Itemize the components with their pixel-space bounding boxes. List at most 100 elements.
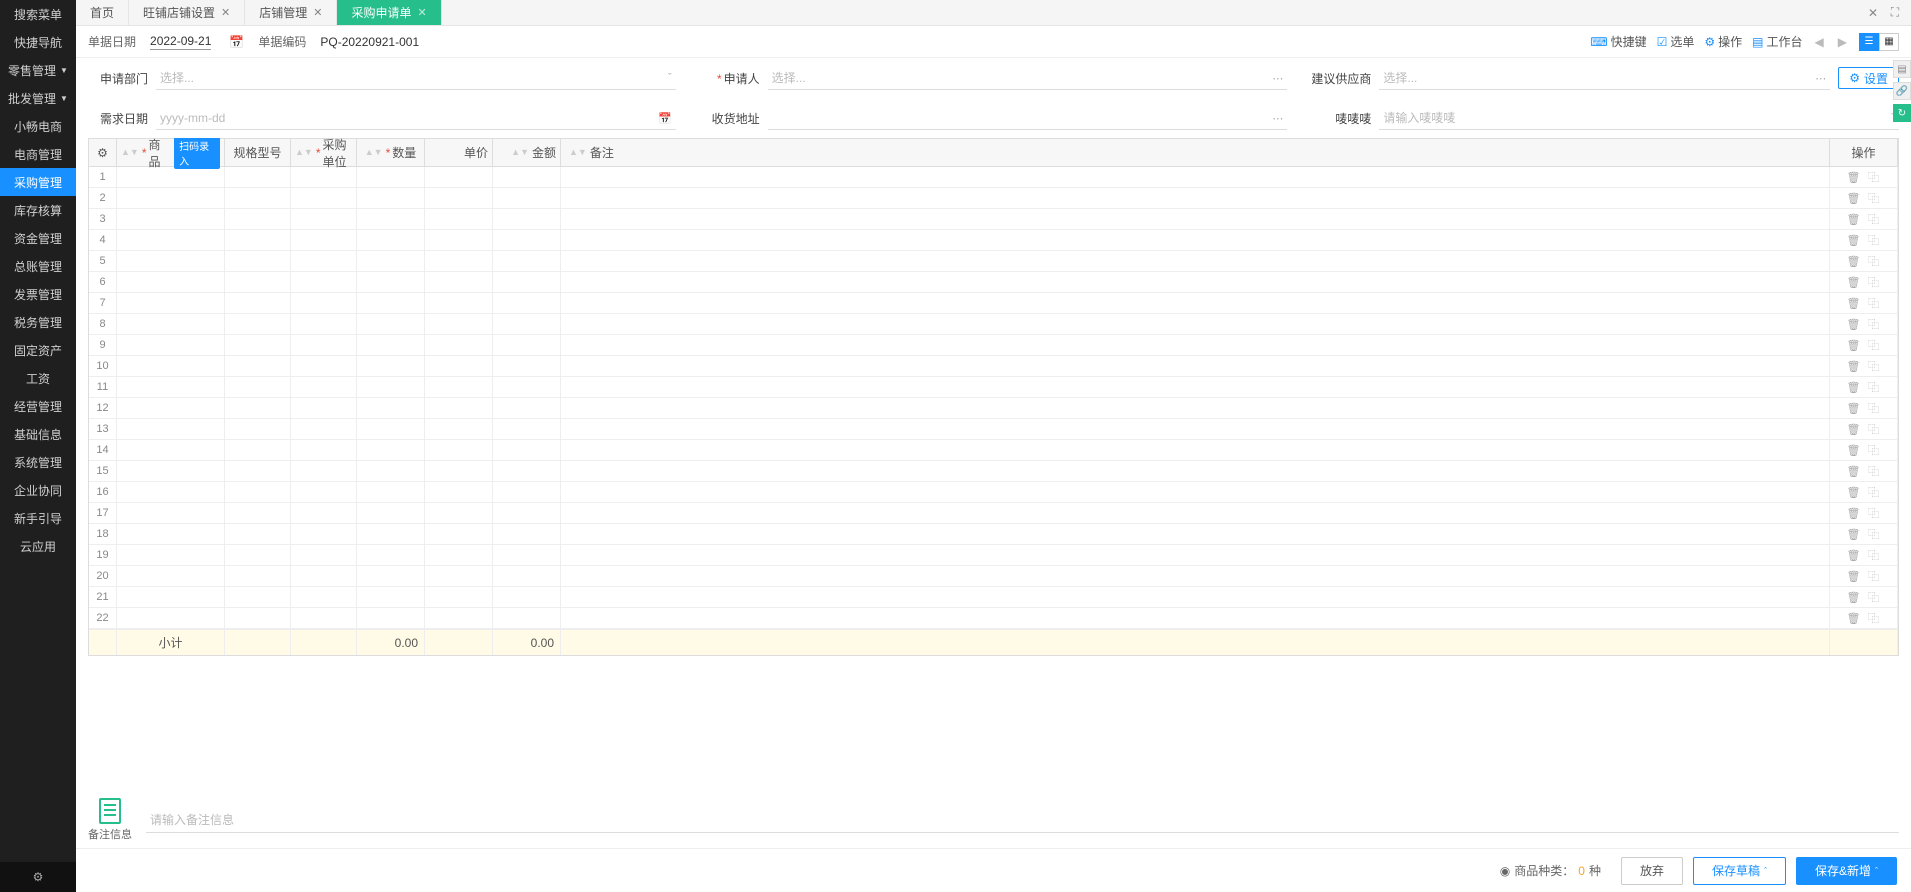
- prev-arrow-icon[interactable]: ◀: [1813, 35, 1826, 49]
- sidebar-settings[interactable]: ⚙: [0, 862, 76, 892]
- cell-spec[interactable]: [225, 293, 291, 313]
- scan-badge[interactable]: 扫码录入: [174, 138, 220, 169]
- cell-price[interactable]: [425, 251, 493, 271]
- cell-price[interactable]: [425, 419, 493, 439]
- cell-remark[interactable]: [561, 461, 1830, 481]
- cell-remark[interactable]: [561, 272, 1830, 292]
- cell-spec[interactable]: [225, 440, 291, 460]
- delete-icon[interactable]: 🗑: [1847, 233, 1861, 247]
- close-icon[interactable]: ✕: [418, 6, 427, 19]
- table-row[interactable]: 21🗑⿻: [89, 587, 1898, 608]
- cell-price[interactable]: [425, 608, 493, 628]
- cell-amount[interactable]: [493, 566, 561, 586]
- dept-input[interactable]: [156, 66, 676, 90]
- sidebar-item-19[interactable]: 云应用: [0, 532, 76, 560]
- cell-unit[interactable]: [291, 209, 357, 229]
- delete-icon[interactable]: 🗑: [1847, 212, 1861, 226]
- cell-amount[interactable]: [493, 335, 561, 355]
- sidebar-item-13[interactable]: 工资: [0, 364, 76, 392]
- copy-icon[interactable]: ⿻: [1867, 317, 1881, 331]
- table-row[interactable]: 12🗑⿻: [89, 398, 1898, 419]
- delete-icon[interactable]: 🗑: [1847, 590, 1861, 604]
- cell-amount[interactable]: [493, 314, 561, 334]
- cell-spec[interactable]: [225, 377, 291, 397]
- cell-remark[interactable]: [561, 188, 1830, 208]
- cell-price[interactable]: [425, 167, 493, 187]
- cell-remark[interactable]: [561, 440, 1830, 460]
- cell-product[interactable]: [117, 167, 225, 187]
- copy-icon[interactable]: ⿻: [1867, 191, 1881, 205]
- close-all-icon[interactable]: ✕: [1865, 5, 1881, 21]
- sidebar-item-6[interactable]: 采购管理: [0, 168, 76, 196]
- next-arrow-icon[interactable]: ▶: [1836, 35, 1849, 49]
- demand-date-input[interactable]: [156, 106, 676, 130]
- cell-unit[interactable]: [291, 293, 357, 313]
- delete-icon[interactable]: 🗑: [1847, 254, 1861, 268]
- cell-price[interactable]: [425, 440, 493, 460]
- cell-remark[interactable]: [561, 209, 1830, 229]
- sidebar-item-2[interactable]: 零售管理▼: [0, 56, 76, 84]
- cell-remark[interactable]: [561, 314, 1830, 334]
- cell-spec[interactable]: [225, 566, 291, 586]
- cell-unit[interactable]: [291, 524, 357, 544]
- header-amount[interactable]: ▲▼金额: [493, 139, 561, 166]
- cell-remark[interactable]: [561, 566, 1830, 586]
- cell-amount[interactable]: [493, 482, 561, 502]
- cell-remark[interactable]: [561, 545, 1830, 565]
- cell-remark[interactable]: [561, 482, 1830, 502]
- cell-unit[interactable]: [291, 440, 357, 460]
- cell-price[interactable]: [425, 209, 493, 229]
- cell-price[interactable]: [425, 524, 493, 544]
- cell-price[interactable]: [425, 587, 493, 607]
- code-input[interactable]: [1379, 106, 1899, 130]
- discard-button[interactable]: 放弃: [1621, 857, 1683, 885]
- copy-icon[interactable]: ⿻: [1867, 485, 1881, 499]
- table-row[interactable]: 10🗑⿻: [89, 356, 1898, 377]
- cell-qty[interactable]: [357, 482, 425, 502]
- cell-amount[interactable]: [493, 209, 561, 229]
- copy-icon[interactable]: ⿻: [1867, 296, 1881, 310]
- action-link[interactable]: ⚙操作: [1704, 33, 1742, 50]
- cell-amount[interactable]: [493, 356, 561, 376]
- cell-product[interactable]: [117, 440, 225, 460]
- cell-qty[interactable]: [357, 587, 425, 607]
- more-icon[interactable]: ⋯: [1272, 72, 1283, 85]
- cell-qty[interactable]: [357, 608, 425, 628]
- cell-spec[interactable]: [225, 230, 291, 250]
- cell-qty[interactable]: [357, 167, 425, 187]
- sidebar-item-16[interactable]: 系统管理: [0, 448, 76, 476]
- cell-price[interactable]: [425, 188, 493, 208]
- sidebar-item-18[interactable]: 新手引导: [0, 504, 76, 532]
- cell-unit[interactable]: [291, 398, 357, 418]
- sidebar-item-15[interactable]: 基础信息: [0, 420, 76, 448]
- cell-price[interactable]: [425, 314, 493, 334]
- cell-remark[interactable]: [561, 251, 1830, 271]
- cell-product[interactable]: [117, 482, 225, 502]
- cell-unit[interactable]: [291, 566, 357, 586]
- delete-icon[interactable]: 🗑: [1847, 359, 1861, 373]
- calendar-icon[interactable]: 📅: [658, 112, 672, 125]
- cell-product[interactable]: [117, 461, 225, 481]
- copy-icon[interactable]: ⿻: [1867, 401, 1881, 415]
- cell-price[interactable]: [425, 566, 493, 586]
- tab-3[interactable]: 采购申请单✕: [337, 0, 441, 25]
- copy-icon[interactable]: ⿻: [1867, 569, 1881, 583]
- cell-qty[interactable]: [357, 335, 425, 355]
- cell-amount[interactable]: [493, 272, 561, 292]
- delete-icon[interactable]: 🗑: [1847, 548, 1861, 562]
- cell-remark[interactable]: [561, 335, 1830, 355]
- delete-icon[interactable]: 🗑: [1847, 296, 1861, 310]
- cell-unit[interactable]: [291, 335, 357, 355]
- more-icon[interactable]: ⋯: [1815, 72, 1826, 85]
- table-row[interactable]: 13🗑⿻: [89, 419, 1898, 440]
- cell-remark[interactable]: [561, 230, 1830, 250]
- cell-unit[interactable]: [291, 314, 357, 334]
- cell-product[interactable]: [117, 377, 225, 397]
- cell-spec[interactable]: [225, 398, 291, 418]
- cell-qty[interactable]: [357, 461, 425, 481]
- view-list-button[interactable]: ☰: [1859, 33, 1879, 51]
- table-row[interactable]: 5🗑⿻: [89, 251, 1898, 272]
- delete-icon[interactable]: 🗑: [1847, 464, 1861, 478]
- table-row[interactable]: 4🗑⿻: [89, 230, 1898, 251]
- cell-unit[interactable]: [291, 167, 357, 187]
